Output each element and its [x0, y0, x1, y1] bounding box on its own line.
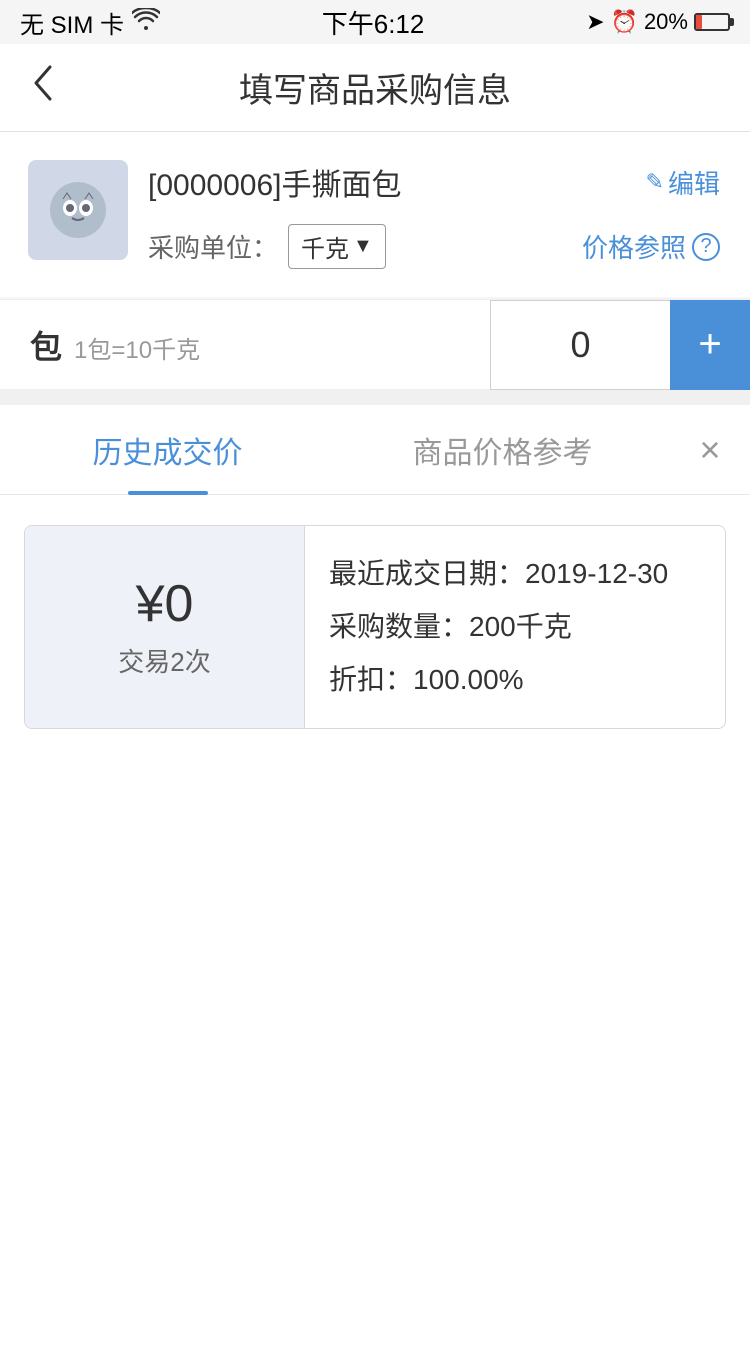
- discount-label: 折扣：: [329, 664, 413, 695]
- tab-active-indicator: [128, 491, 208, 495]
- history-details-col: 最近成交日期：2019-12-30 采购数量：200千克 折扣：100.00%: [305, 526, 725, 728]
- edit-label: 编辑: [668, 164, 720, 201]
- bottom-space: [0, 759, 750, 1359]
- alarm-icon: ⏰: [611, 9, 638, 35]
- quantity-section: 包 1包=10千克 0 +: [0, 299, 750, 389]
- product-name-row: [0000006]手撕面包 ✎ 编辑: [148, 160, 720, 204]
- help-icon: ?: [692, 233, 720, 261]
- tab-price-ref[interactable]: 商品价格参考: [335, 405, 670, 495]
- status-left: 无 SIM 卡: [20, 5, 160, 40]
- battery-icon: [694, 13, 730, 31]
- tab-history-price-label: 历史成交价: [93, 428, 243, 472]
- status-bar: 无 SIM 卡 下午6:12 ➤ ⏰ 20%: [0, 0, 750, 44]
- tabs-panel: 历史成交价 商品价格参考 × ¥0 交易2次 最近成交日期：2019-12-30: [0, 405, 750, 759]
- product-full-name: [0000006]手撕面包: [148, 160, 401, 204]
- tab-history-price[interactable]: 历史成交价: [0, 405, 335, 495]
- product-unit-row: 采购单位： 千克 ▼ 价格参照 ?: [148, 224, 720, 269]
- tab-price-ref-label: 商品价格参考: [413, 428, 593, 472]
- quantity-unit-name: 包: [30, 322, 62, 368]
- page-title: 填写商品采购信息: [239, 63, 511, 112]
- quantity-plus-button[interactable]: +: [670, 300, 750, 390]
- unit-label: 采购单位： 千克 ▼: [148, 224, 386, 269]
- back-button[interactable]: [30, 63, 54, 112]
- tab-close-button[interactable]: ×: [670, 405, 750, 495]
- price-value: 0: [165, 575, 194, 633]
- tabs-header: 历史成交价 商品价格参考 ×: [0, 405, 750, 495]
- section-divider: [0, 389, 750, 405]
- product-details: [0000006]手撕面包 ✎ 编辑 采购单位： 千克 ▼ 价格参照 ?: [148, 160, 720, 269]
- quantity-value: 0: [570, 324, 590, 366]
- wifi-icon: [132, 8, 160, 37]
- status-time: 下午6:12: [322, 4, 425, 41]
- edit-button[interactable]: ✎ 编辑: [646, 164, 720, 201]
- history-price-col: ¥0 交易2次: [25, 526, 305, 728]
- quantity-conversion: 1包=10千克: [74, 330, 200, 365]
- plus-icon: +: [698, 322, 721, 367]
- status-right: ➤ ⏰ 20%: [586, 9, 730, 35]
- history-price-card: ¥0 交易2次 最近成交日期：2019-12-30 采购数量：200千克 折扣：…: [24, 525, 726, 729]
- purchase-qty-value: 200千克: [469, 611, 572, 642]
- quantity-controls: 0 +: [490, 300, 750, 390]
- nav-bar: 填写商品采购信息: [0, 44, 750, 132]
- recent-date-value: 2019-12-30: [525, 558, 668, 589]
- unit-value: 千克: [301, 229, 349, 264]
- price-amount: ¥0: [136, 574, 194, 634]
- tab-content-history: ¥0 交易2次 最近成交日期：2019-12-30 采购数量：200千克 折扣：…: [0, 495, 750, 759]
- discount-value: 100.00%: [413, 664, 524, 695]
- price-transactions: 交易2次: [118, 642, 210, 679]
- product-card: [0000006]手撕面包 ✎ 编辑 采购单位： 千克 ▼ 价格参照 ?: [0, 132, 750, 297]
- unit-select[interactable]: 千克 ▼: [288, 224, 386, 269]
- discount-row: 折扣：100.00%: [329, 660, 701, 699]
- quantity-label-group: 包 1包=10千克: [30, 322, 200, 368]
- unit-label-text: 采购单位：: [148, 228, 278, 265]
- product-image: [28, 160, 128, 260]
- dropdown-arrow-icon: ▼: [353, 235, 373, 258]
- currency-symbol: ¥: [136, 575, 165, 633]
- battery-percent: 20%: [644, 9, 688, 35]
- carrier-text: 无 SIM 卡: [20, 5, 124, 40]
- purchase-qty-label: 采购数量：: [329, 611, 469, 642]
- edit-icon: ✎: [646, 169, 664, 195]
- recent-date-label: 最近成交日期：: [329, 558, 525, 589]
- purchase-qty-row: 采购数量：200千克: [329, 607, 701, 646]
- location-icon: ➤: [586, 9, 604, 35]
- quantity-input[interactable]: 0: [490, 300, 670, 390]
- price-ref-label: 价格参照: [582, 228, 686, 265]
- close-icon: ×: [699, 429, 720, 471]
- recent-date-row: 最近成交日期：2019-12-30: [329, 554, 701, 593]
- price-ref-link[interactable]: 价格参照 ?: [582, 228, 720, 265]
